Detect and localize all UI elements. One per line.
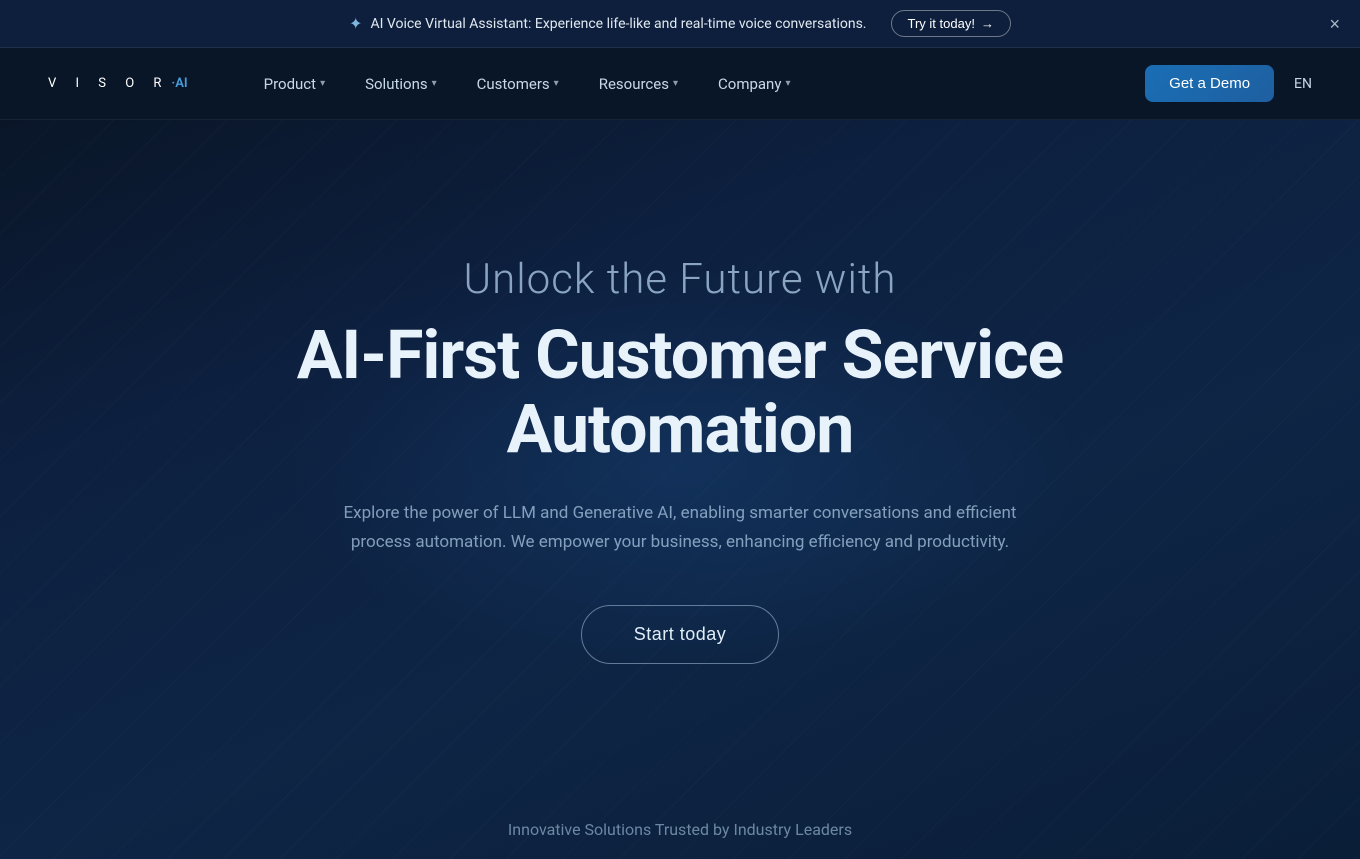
nav-company-label: Company [718, 75, 781, 93]
hero-subtitle: Unlock the Future with [270, 255, 1090, 305]
nav-item-resources[interactable]: Resources ▾ [583, 67, 694, 101]
logo-ai-badge: ·AI [171, 76, 187, 91]
hero-description: Explore the power of LLM and Generative … [320, 499, 1040, 557]
chevron-down-icon: ▾ [432, 78, 437, 89]
nav-links: Product ▾ Solutions ▾ Customers ▾ Resour… [248, 67, 1146, 101]
announcement-content: ✦ AI Voice Virtual Assistant: Experience… [349, 10, 1011, 37]
chevron-down-icon: ▾ [673, 78, 678, 89]
nav-solutions-label: Solutions [365, 75, 428, 93]
hero-section: Unlock the Future with AI-First Customer… [0, 120, 1360, 859]
nav-right: Get a Demo EN [1145, 65, 1312, 102]
trusted-section: Innovative Solutions Trusted by Industry… [508, 820, 852, 839]
language-selector[interactable]: EN [1294, 76, 1312, 92]
nav-item-product[interactable]: Product ▾ [248, 67, 341, 101]
try-it-label: Try it today! [908, 16, 975, 31]
nav-item-customers[interactable]: Customers ▾ [461, 67, 575, 101]
close-icon: × [1329, 14, 1340, 34]
chevron-down-icon: ▾ [785, 78, 790, 89]
nav-product-label: Product [264, 75, 316, 93]
navbar: v i s o r·AI Product ▾ Solutions ▾ Custo… [0, 48, 1360, 120]
logo[interactable]: v i s o r·AI [48, 76, 188, 91]
trusted-text: Innovative Solutions Trusted by Industry… [508, 820, 852, 839]
close-announcement-button[interactable]: × [1329, 15, 1340, 33]
logo-text: v i s o r [48, 76, 169, 91]
nav-item-company[interactable]: Company ▾ [702, 67, 806, 101]
sparkle-icon: ✦ [349, 14, 362, 33]
chevron-down-icon: ▾ [320, 78, 325, 89]
nav-item-solutions[interactable]: Solutions ▾ [349, 67, 453, 101]
arrow-icon: → [981, 16, 994, 31]
hero-title: AI-First Customer Service Automation [270, 318, 1090, 468]
chevron-down-icon: ▾ [554, 78, 559, 89]
try-it-button[interactable]: Try it today! → [891, 10, 1011, 37]
nav-customers-label: Customers [477, 75, 550, 93]
start-today-button[interactable]: Start today [581, 605, 780, 664]
announcement-bar: ✦ AI Voice Virtual Assistant: Experience… [0, 0, 1360, 48]
announcement-text: AI Voice Virtual Assistant: Experience l… [370, 16, 866, 32]
nav-resources-label: Resources [599, 75, 669, 93]
get-demo-button[interactable]: Get a Demo [1145, 65, 1274, 102]
hero-content: Unlock the Future with AI-First Customer… [230, 255, 1130, 664]
